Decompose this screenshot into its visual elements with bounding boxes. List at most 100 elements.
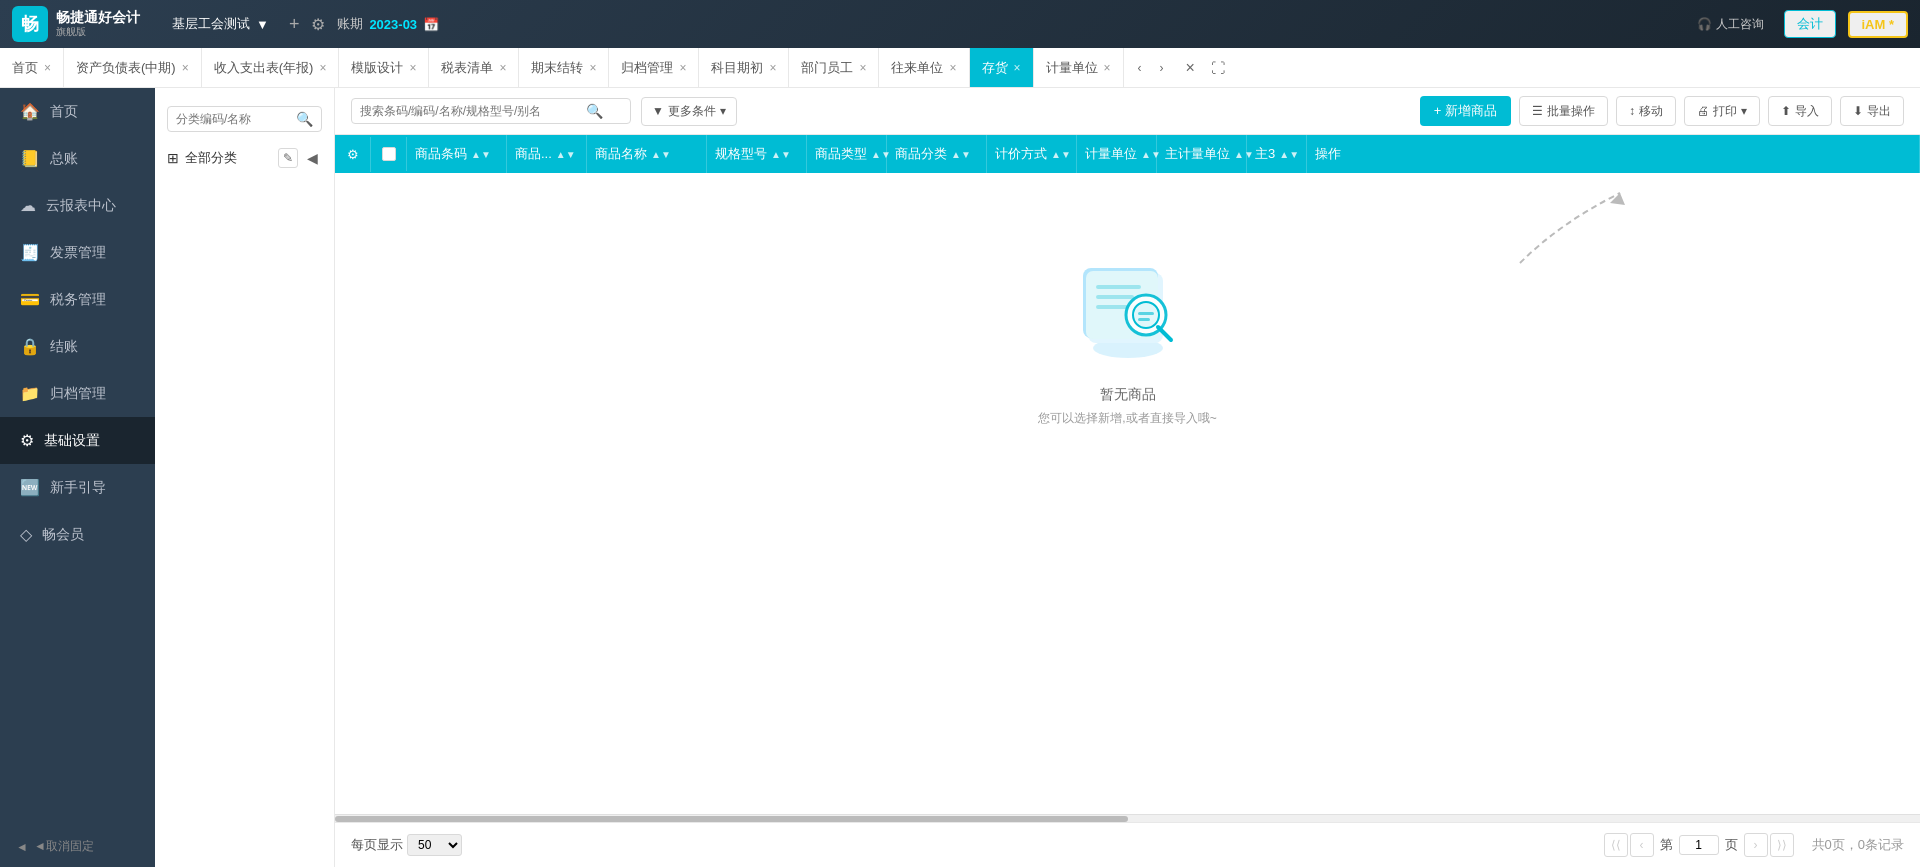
sort-category-icon: ▲▼ bbox=[951, 149, 971, 160]
sidebar-item-settings[interactable]: ⚙ 基础设置 bbox=[0, 417, 155, 464]
category-search-icon[interactable]: 🔍 bbox=[296, 111, 313, 127]
move-btn[interactable]: ↕ 移动 bbox=[1616, 96, 1676, 126]
tab-close-income[interactable]: × bbox=[319, 48, 326, 88]
header-checkbox[interactable] bbox=[382, 147, 396, 161]
th-code[interactable]: 商品... ▲▼ bbox=[507, 135, 587, 173]
th-col3[interactable]: 主3 ▲▼ bbox=[1247, 135, 1307, 173]
page-prev-btn[interactable]: ‹ bbox=[1630, 833, 1654, 857]
tab-unit[interactable]: 计量单位 × bbox=[1034, 48, 1124, 88]
category-search-input[interactable] bbox=[176, 112, 292, 126]
left-panel: 🔍 ⊞ 全部分类 ✎ ◀ bbox=[155, 88, 335, 867]
all-category-item[interactable]: ⊞ 全部分类 ✎ ◀ bbox=[155, 140, 334, 176]
table-area: 🔍 ▼ 更多条件 ▾ + 新增商品 ☰ 批量操作 ↕ bbox=[335, 88, 1920, 867]
plus-icon[interactable]: + bbox=[289, 14, 300, 35]
page-last-btn[interactable]: ⟩⟩ bbox=[1770, 833, 1794, 857]
tab-close-unit[interactable]: × bbox=[1104, 48, 1111, 88]
th-barcode[interactable]: 商品条码 ▲▼ bbox=[407, 135, 507, 173]
tab-inventory[interactable]: 存货 × bbox=[970, 48, 1034, 88]
company-selector[interactable]: 基层工会测试 ▼ bbox=[164, 11, 277, 37]
data-table: ⚙ 商品条码 ▲▼ 商品... ▲▼ 商品名称 bbox=[335, 135, 1920, 814]
th-unit[interactable]: 计量单位 ▲▼ bbox=[1077, 135, 1157, 173]
empty-arrow-svg bbox=[1500, 183, 1640, 273]
period-label: 账期 bbox=[337, 15, 363, 33]
tab-balance[interactable]: 资产负债表(中期) × bbox=[64, 48, 202, 88]
tab-template[interactable]: 模版设计 × bbox=[339, 48, 429, 88]
page-next-btn[interactable]: › bbox=[1744, 833, 1768, 857]
sidebar-label-report: 云报表中心 bbox=[46, 197, 116, 215]
tab-maximize-btn[interactable]: ⛶ bbox=[1203, 60, 1233, 76]
th-price[interactable]: 计价方式 ▲▼ bbox=[987, 135, 1077, 173]
guide-icon: 🆕 bbox=[20, 478, 40, 497]
period-value: 2023-03 bbox=[369, 17, 417, 32]
sidebar-item-ledger[interactable]: 📒 总账 bbox=[0, 135, 155, 182]
filter-search-input[interactable] bbox=[360, 104, 580, 118]
tab-income[interactable]: 收入支出表(年报) × bbox=[202, 48, 340, 88]
settings-gear-icon[interactable]: ⚙ bbox=[311, 15, 325, 34]
tab-close-archive[interactable]: × bbox=[679, 48, 686, 88]
empty-subtitle: 您可以选择新增,或者直接导入哦~ bbox=[1038, 410, 1216, 427]
more-filter-btn[interactable]: ▼ 更多条件 ▾ bbox=[641, 97, 737, 126]
tab-close-taxclear[interactable]: × bbox=[499, 48, 506, 88]
tab-subject-init[interactable]: 科目期初 × bbox=[699, 48, 789, 88]
tab-close-subject-init[interactable]: × bbox=[769, 48, 776, 88]
iam-button[interactable]: iAM * bbox=[1848, 11, 1909, 38]
print-icon: 🖨 bbox=[1697, 104, 1709, 118]
calendar-icon[interactable]: 📅 bbox=[423, 17, 439, 32]
sidebar-item-close[interactable]: 🔒 结账 bbox=[0, 323, 155, 370]
invoice-icon: 🧾 bbox=[20, 243, 40, 262]
ledger-icon: 📒 bbox=[20, 149, 40, 168]
kuaiji-button[interactable]: 会计 bbox=[1784, 10, 1836, 38]
tab-close-all-btn[interactable]: × bbox=[1178, 59, 1203, 77]
print-btn[interactable]: 🖨 打印 ▾ bbox=[1684, 96, 1760, 126]
sidebar-item-tax[interactable]: 💳 税务管理 bbox=[0, 276, 155, 323]
page-first-btn[interactable]: ⟨⟨ bbox=[1604, 833, 1628, 857]
import-btn[interactable]: ⬆ 导入 bbox=[1768, 96, 1832, 126]
tab-close-partner[interactable]: × bbox=[949, 48, 956, 88]
th-spec[interactable]: 规格型号 ▲▼ bbox=[707, 135, 807, 173]
sidebar-item-archive[interactable]: 📁 归档管理 bbox=[0, 370, 155, 417]
tab-close-dept-emp[interactable]: × bbox=[859, 48, 866, 88]
print-dropdown-icon: ▾ bbox=[1741, 104, 1747, 118]
tab-close-template[interactable]: × bbox=[409, 48, 416, 88]
tab-home[interactable]: 首页 × bbox=[0, 48, 64, 88]
ai-service-btn[interactable]: 🎧 人工咨询 bbox=[1689, 12, 1772, 37]
page-number-input[interactable] bbox=[1679, 835, 1719, 855]
tab-dept-emp[interactable]: 部门员工 × bbox=[789, 48, 879, 88]
sidebar-item-guide[interactable]: 🆕 新手引导 bbox=[0, 464, 155, 511]
tab-period-close[interactable]: 期末结转 × bbox=[519, 48, 609, 88]
sidebar-unpin-btn[interactable]: ◄ ◄取消固定 bbox=[0, 826, 155, 867]
tab-close-home[interactable]: × bbox=[44, 48, 51, 88]
export-btn[interactable]: ⬇ 导出 bbox=[1840, 96, 1904, 126]
th-check[interactable] bbox=[371, 137, 407, 171]
sidebar-item-report[interactable]: ☁ 云报表中心 bbox=[0, 182, 155, 229]
import-icon: ⬆ bbox=[1781, 104, 1791, 118]
th-category[interactable]: 商品分类 ▲▼ bbox=[887, 135, 987, 173]
scrollbar-thumb[interactable] bbox=[335, 816, 1128, 822]
tax-icon: 💳 bbox=[20, 290, 40, 309]
per-page-dropdown[interactable]: 50 100 200 bbox=[407, 834, 462, 856]
empty-title: 暂无商品 bbox=[1100, 386, 1156, 404]
folder-icon: 📁 bbox=[20, 384, 40, 403]
sidebar-item-member[interactable]: ◇ 畅会员 bbox=[0, 511, 155, 558]
tab-close-period-close[interactable]: × bbox=[589, 48, 596, 88]
th-setting[interactable]: ⚙ bbox=[335, 137, 371, 172]
category-edit-btn[interactable]: ✎ bbox=[278, 148, 298, 168]
filter-search-icon[interactable]: 🔍 bbox=[586, 103, 603, 119]
sidebar-item-invoice[interactable]: 🧾 发票管理 bbox=[0, 229, 155, 276]
panel-collapse-btn[interactable]: ◀ bbox=[302, 148, 322, 168]
horizontal-scrollbar[interactable] bbox=[335, 814, 1920, 822]
th-main-unit[interactable]: 主计量单位 ▲▼ bbox=[1157, 135, 1247, 173]
th-name[interactable]: 商品名称 ▲▼ bbox=[587, 135, 707, 173]
tab-close-balance[interactable]: × bbox=[182, 48, 189, 88]
add-product-btn[interactable]: + 新增商品 bbox=[1420, 96, 1511, 126]
tab-next-btn[interactable]: › bbox=[1152, 58, 1172, 78]
svg-rect-6 bbox=[1096, 295, 1134, 299]
th-type[interactable]: 商品类型 ▲▼ bbox=[807, 135, 887, 173]
batch-ops-btn[interactable]: ☰ 批量操作 bbox=[1519, 96, 1608, 126]
tab-prev-btn[interactable]: ‹ bbox=[1130, 58, 1150, 78]
tab-close-inventory[interactable]: × bbox=[1014, 48, 1021, 88]
tab-taxclear[interactable]: 税表清单 × bbox=[429, 48, 519, 88]
tab-partner[interactable]: 往来单位 × bbox=[879, 48, 969, 88]
sidebar-item-home[interactable]: 🏠 首页 bbox=[0, 88, 155, 135]
tab-archive[interactable]: 归档管理 × bbox=[609, 48, 699, 88]
